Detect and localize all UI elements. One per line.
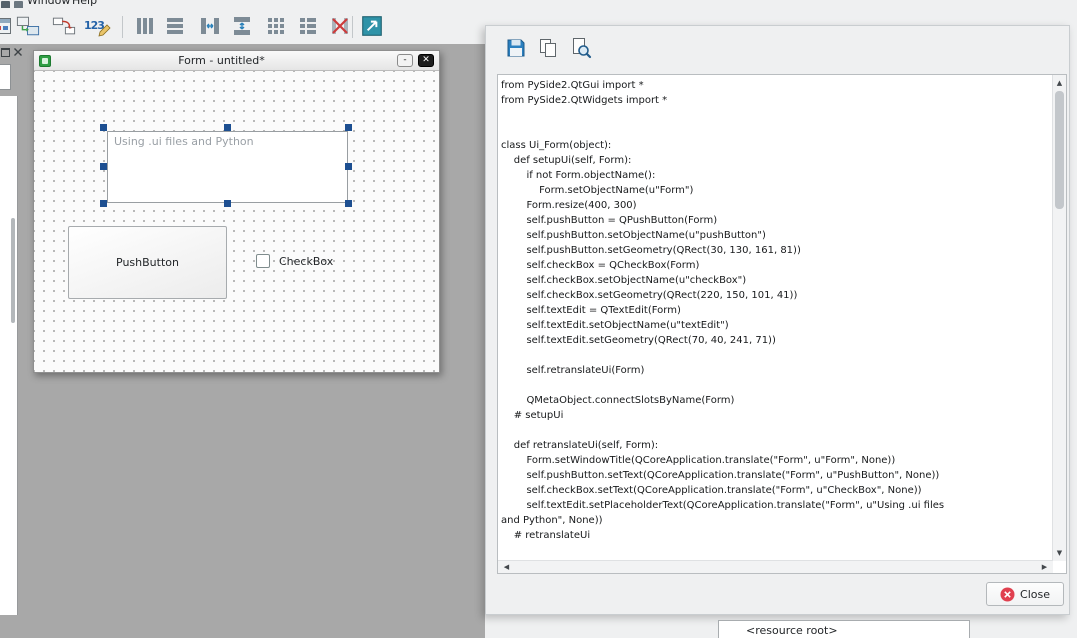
scroll-right-icon[interactable]: ▶ bbox=[1038, 561, 1051, 574]
widgetbox-list[interactable] bbox=[0, 96, 18, 615]
resource-root-item[interactable]: <resource root> bbox=[719, 621, 969, 637]
form-canvas[interactable]: Using .ui files and Python PushButton Ch… bbox=[34, 71, 439, 372]
checkbox-label: CheckBox bbox=[279, 255, 333, 268]
copy-icon[interactable] bbox=[537, 37, 559, 62]
menu-window[interactable]: Window bbox=[27, 0, 70, 7]
selection-handle-top-left[interactable] bbox=[100, 124, 107, 131]
toolbar-separator bbox=[352, 16, 353, 38]
minimize-button[interactable]: - bbox=[397, 54, 413, 67]
code-editor[interactable]: from PySide2.QtGui import * from PySide2… bbox=[497, 74, 1067, 574]
pushbutton-label: PushButton bbox=[116, 256, 179, 269]
qt-designer-window: Window Help bbox=[0, 0, 1077, 638]
layout-vertically-icon[interactable] bbox=[163, 14, 187, 38]
checkbox-widget[interactable]: CheckBox bbox=[256, 254, 333, 268]
scroll-down-icon[interactable]: ▼ bbox=[1053, 547, 1066, 559]
edit-widgets-icon[interactable] bbox=[0, 14, 13, 38]
dock-close-icon[interactable] bbox=[13, 47, 25, 59]
selection-handle-middle-right[interactable] bbox=[345, 163, 352, 170]
menubar: Window Help bbox=[0, 0, 1077, 8]
code-view-dialog: from PySide2.QtGui import * from PySide2… bbox=[485, 25, 1070, 615]
selection-handle-bottom-middle[interactable] bbox=[224, 200, 231, 207]
widgetbox-filter-input[interactable] bbox=[0, 64, 11, 90]
textedit-widget[interactable]: Using .ui files and Python bbox=[107, 131, 348, 203]
pushbutton-widget[interactable]: PushButton bbox=[68, 226, 227, 299]
scroll-left-icon[interactable]: ◀ bbox=[500, 561, 513, 574]
selection-handle-middle-left[interactable] bbox=[100, 163, 107, 170]
adjust-size-icon[interactable] bbox=[360, 14, 384, 38]
layout-horizontal-splitter-icon[interactable] bbox=[198, 14, 222, 38]
form-designer-window: Form - untitled* - ✕ Using .ui files and… bbox=[33, 50, 440, 373]
close-dialog-button[interactable]: Close bbox=[986, 582, 1064, 606]
scroll-up-icon[interactable]: ▲ bbox=[1053, 77, 1066, 89]
close-circle-icon bbox=[1000, 587, 1015, 602]
edit-tab-order-icon[interactable]: 123 bbox=[84, 16, 114, 40]
break-layout-icon[interactable] bbox=[328, 14, 352, 38]
code-horizontal-scrollbar[interactable]: ◀ ▶ bbox=[498, 560, 1053, 573]
form-window-titlebar[interactable]: Form - untitled* - ✕ bbox=[34, 51, 439, 71]
pencil-icon bbox=[97, 23, 113, 39]
resource-browser: <resource root> bbox=[718, 620, 970, 638]
menubar-icon-fragment-2[interactable] bbox=[14, 1, 23, 8]
code-vertical-scrollbar[interactable]: ▲ ▼ bbox=[1052, 75, 1066, 561]
widgetbox-scrollbar-thumb[interactable] bbox=[11, 218, 15, 323]
find-icon[interactable] bbox=[569, 36, 593, 63]
selection-handle-top-middle[interactable] bbox=[224, 124, 231, 131]
save-icon[interactable] bbox=[505, 37, 527, 62]
layout-horizontally-icon[interactable] bbox=[133, 14, 157, 38]
form-window-title: Form - untitled* bbox=[51, 54, 392, 67]
code-text[interactable]: from PySide2.QtGui import * from PySide2… bbox=[501, 78, 1052, 556]
vertical-scrollbar-thumb[interactable] bbox=[1055, 91, 1064, 209]
close-button-label: Close bbox=[1020, 588, 1050, 601]
window-close-button[interactable]: ✕ bbox=[418, 54, 434, 67]
edit-buddies-icon[interactable] bbox=[52, 14, 76, 38]
textedit-placeholder: Using .ui files and Python bbox=[114, 135, 254, 148]
form-window-icon bbox=[39, 55, 51, 67]
selection-handle-bottom-left[interactable] bbox=[100, 200, 107, 207]
layout-vertical-splitter-icon[interactable] bbox=[230, 14, 254, 38]
edit-signals-slots-icon[interactable] bbox=[16, 14, 40, 38]
layout-form-icon[interactable] bbox=[296, 14, 320, 38]
selection-handle-bottom-right[interactable] bbox=[345, 200, 352, 207]
menu-help[interactable]: Help bbox=[72, 0, 97, 7]
toolbar-separator bbox=[122, 16, 123, 38]
selection-handle-top-right[interactable] bbox=[345, 124, 352, 131]
checkbox-indicator[interactable] bbox=[256, 254, 270, 268]
menubar-icon-fragment-1[interactable] bbox=[1, 1, 10, 8]
layout-grid-icon[interactable] bbox=[264, 14, 288, 38]
dock-float-icon[interactable] bbox=[1, 48, 10, 57]
